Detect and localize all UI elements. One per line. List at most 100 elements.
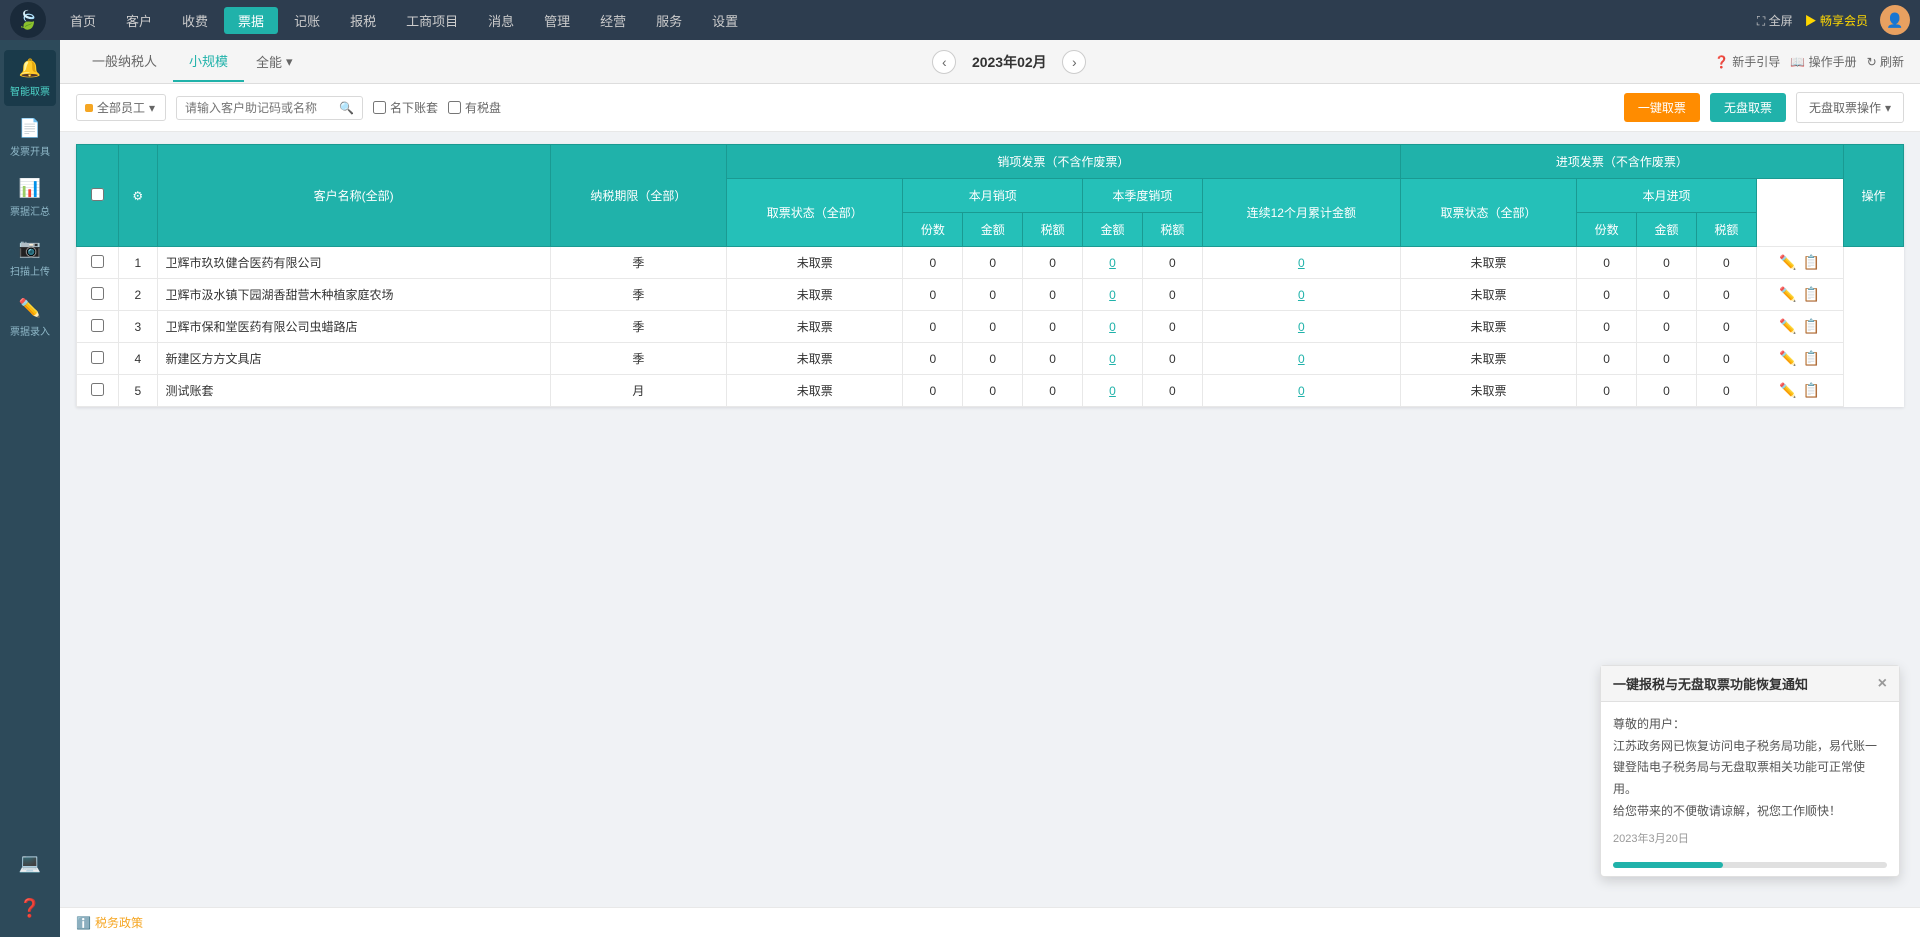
row-period-4: 月 [550, 375, 726, 407]
smart-ticket-icon: 🔔 [19, 58, 41, 79]
sidebar-bottom-help[interactable]: ❓ [4, 890, 56, 927]
detail-icon-2[interactable]: 📋 [1803, 318, 1820, 335]
filter-dot [85, 104, 93, 112]
sidebar-item-smart-ticket[interactable]: 🔔 智能取票 [4, 50, 56, 106]
tab-general-taxpayer[interactable]: 一般纳税人 [76, 41, 173, 82]
row-checkbox-cell-2[interactable] [77, 311, 119, 343]
col-group-purchase: 进项发票（不含作废票） [1400, 145, 1843, 179]
user-avatar[interactable]: 👤 [1880, 5, 1910, 35]
issue-invoice-icon: 📄 [19, 118, 41, 139]
notification-popup: 一键报税与无盘取票功能恢复通知 × 尊敬的用户： 江苏政务网已恢复访问电子税务局… [1600, 665, 1900, 877]
prev-month-btn[interactable]: ‹ [932, 50, 956, 74]
detail-icon-4[interactable]: 📋 [1803, 382, 1820, 399]
row-m-tax2-1: 0 [1696, 279, 1756, 311]
detail-icon-1[interactable]: 📋 [1803, 286, 1820, 303]
row-status2-1: 未取票 [1400, 279, 1576, 311]
nav-invoice[interactable]: 票据 [224, 7, 278, 34]
row-m-amount1-3: 0 [963, 343, 1023, 375]
select-all-cell[interactable] [77, 145, 119, 247]
tab-all-taxpayer[interactable]: 全能 ▾ [244, 42, 305, 81]
row-checkbox-0[interactable] [91, 255, 104, 268]
row-actions-4: ✏️ 📋 [1756, 375, 1843, 407]
dropdown-icon: ▾ [149, 101, 155, 115]
next-month-btn[interactable]: › [1062, 50, 1086, 74]
edit-icon-0[interactable]: ✏️ [1779, 254, 1796, 271]
col-group-sales: 销项发票（不含作废票） [727, 145, 1401, 179]
row-m-tax2-2: 0 [1696, 311, 1756, 343]
row-m-tax2-3: 0 [1696, 343, 1756, 375]
col-purchase-m-tax: 税额 [1696, 213, 1756, 247]
col-sales-m-amount: 金额 [963, 213, 1023, 247]
edit-icon-2[interactable]: ✏️ [1779, 318, 1796, 335]
row-status2-0: 未取票 [1400, 247, 1576, 279]
sidebar-item-scan-upload[interactable]: 📷 扫描上传 [4, 230, 56, 286]
fullscreen-btn[interactable]: ⛶ 全屏 [1757, 12, 1793, 29]
nav-management[interactable]: 管理 [530, 7, 584, 34]
my-account-filter[interactable]: 名下账套 [373, 99, 438, 116]
sidebar-bottom-monitor[interactable]: 💻 [4, 845, 56, 882]
row-status2-2: 未取票 [1400, 311, 1576, 343]
tab-small-scale[interactable]: 小规模 [173, 41, 244, 82]
refresh-btn[interactable]: ↻ 刷新 [1867, 53, 1904, 70]
sidebar-item-invoice-summary[interactable]: 📊 票据汇总 [4, 170, 56, 226]
detail-icon-3[interactable]: 📋 [1803, 350, 1820, 367]
notification-scrollbar[interactable] [1613, 862, 1887, 868]
nav-message[interactable]: 消息 [474, 7, 528, 34]
sidebar-item-invoice-entry[interactable]: ✏️ 票据录入 [4, 290, 56, 346]
row-checkbox-cell-0[interactable] [77, 247, 119, 279]
nav-tax[interactable]: 报税 [336, 7, 390, 34]
nav-home[interactable]: 首页 [56, 7, 110, 34]
edit-icon-4[interactable]: ✏️ [1779, 382, 1796, 399]
no-disk-op-btn[interactable]: 无盘取票操作 ▾ [1796, 92, 1904, 123]
nav-service[interactable]: 服务 [642, 7, 696, 34]
row-name-3: 新建区方方文具店 [157, 343, 550, 375]
tax-policy-link[interactable]: 税务政策 [95, 914, 143, 931]
nav-business[interactable]: 工商项目 [392, 7, 472, 34]
top-navigation: 🍃 首页 客户 收费 票据 记账 报税 工商项目 消息 管理 经营 服务 设置 … [0, 0, 1920, 40]
invoice-summary-icon: 📊 [19, 178, 41, 199]
row-q-amount1-1: 0 [1083, 279, 1143, 311]
top-right-area: ⛶ 全屏 ▶ 畅享会员 👤 [1757, 5, 1910, 35]
row-checkbox-4[interactable] [91, 383, 104, 396]
row-m-amount2-2: 0 [1637, 311, 1697, 343]
search-input[interactable] [185, 101, 335, 115]
member-btn[interactable]: ▶ 畅享会员 [1805, 12, 1868, 29]
row-checkbox-cell-1[interactable] [77, 279, 119, 311]
has-tax-disk-checkbox[interactable] [448, 101, 461, 114]
nav-settings[interactable]: 设置 [698, 7, 752, 34]
nav-fee[interactable]: 收费 [168, 7, 222, 34]
sidebar-label-smart-ticket: 智能取票 [10, 83, 50, 98]
nav-operation[interactable]: 经营 [586, 7, 640, 34]
manual-btn[interactable]: 📖 操作手册 [1790, 53, 1856, 70]
edit-icon-1[interactable]: ✏️ [1779, 286, 1796, 303]
help-icon: ❓ [19, 898, 41, 919]
row-checkbox-3[interactable] [91, 351, 104, 364]
edit-icon-3[interactable]: ✏️ [1779, 350, 1796, 367]
row-m-amount2-4: 0 [1637, 375, 1697, 407]
nav-bookkeeping[interactable]: 记账 [280, 7, 334, 34]
select-all-checkbox[interactable] [91, 188, 104, 201]
row-checkbox-cell-4[interactable] [77, 375, 119, 407]
new-guide-btn[interactable]: ❓ 新手引导 [1714, 53, 1780, 70]
search-icon[interactable]: 🔍 [339, 101, 354, 115]
one-key-ticket-btn[interactable]: 一键取票 [1624, 93, 1700, 122]
sidebar-item-issue-invoice[interactable]: 📄 发票开具 [4, 110, 56, 166]
detail-icon-0[interactable]: 📋 [1803, 254, 1820, 271]
row-cum-1: 0 [1202, 279, 1400, 311]
no-disk-ticket-btn[interactable]: 无盘取票 [1710, 93, 1786, 122]
has-tax-disk-filter[interactable]: 有税盘 [448, 99, 501, 116]
row-checkbox-1[interactable] [91, 287, 104, 300]
my-account-checkbox[interactable] [373, 101, 386, 114]
employee-filter[interactable]: 全部员工 ▾ [76, 94, 166, 121]
row-m-count1-2: 0 [903, 311, 963, 343]
row-checkbox-2[interactable] [91, 319, 104, 332]
settings-col[interactable]: ⚙ [119, 145, 157, 247]
search-box[interactable]: 🔍 [176, 96, 363, 120]
nav-customer[interactable]: 客户 [112, 7, 166, 34]
row-q-amount1-0: 0 [1083, 247, 1143, 279]
row-status2-4: 未取票 [1400, 375, 1576, 407]
row-m-amount2-1: 0 [1637, 279, 1697, 311]
notification-close-btn[interactable]: × [1878, 675, 1887, 693]
sidebar: 🔔 智能取票 📄 发票开具 📊 票据汇总 📷 扫描上传 ✏️ 票据录入 💻 ❓ [0, 40, 60, 937]
row-checkbox-cell-3[interactable] [77, 343, 119, 375]
